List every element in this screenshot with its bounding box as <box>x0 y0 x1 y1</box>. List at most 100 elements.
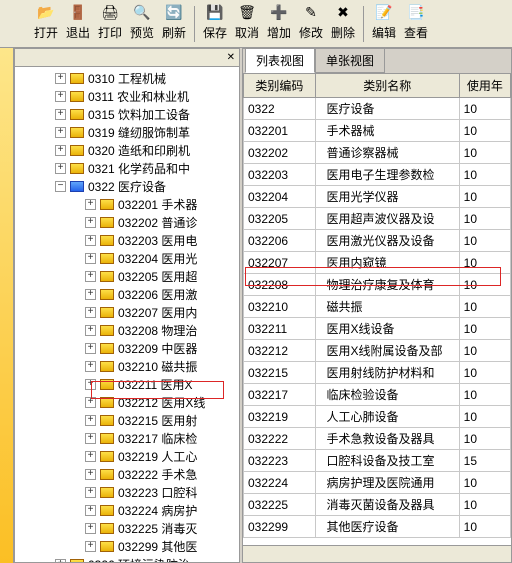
panel-close-bar[interactable]: ✕ <box>15 49 239 67</box>
expand-icon[interactable]: + <box>85 253 96 264</box>
toolbar-预览[interactable]: 🔍预览 <box>126 2 158 41</box>
tree-item-032203[interactable]: +032203 医用电 <box>15 231 239 249</box>
expand-icon[interactable]: + <box>85 199 96 210</box>
expand-icon[interactable]: + <box>85 397 96 408</box>
tree-item-032206[interactable]: +032206 医用激 <box>15 285 239 303</box>
expand-icon[interactable]: + <box>85 289 96 300</box>
table-row[interactable]: 032202 普通诊察器械10 <box>244 142 511 164</box>
toolbar-icon: ✖ <box>333 2 353 22</box>
expand-icon[interactable]: + <box>85 325 96 336</box>
expand-icon[interactable]: + <box>85 235 96 246</box>
col-header[interactable]: 类别名称 <box>315 74 459 98</box>
tree-item-032207[interactable]: +032207 医用内 <box>15 303 239 321</box>
expand-icon[interactable]: + <box>55 163 66 174</box>
table-row[interactable]: 032224 病房护理及医院通用10 <box>244 472 511 494</box>
tree-item-032223[interactable]: +032223 口腔科 <box>15 483 239 501</box>
tree-item-0310[interactable]: +0310 工程机械 <box>15 69 239 87</box>
expand-icon[interactable]: + <box>55 127 66 138</box>
tree-item-032209[interactable]: +032209 中医器 <box>15 339 239 357</box>
table-row[interactable]: 032204 医用光学仪器10 <box>244 186 511 208</box>
folder-icon <box>100 433 114 444</box>
table-row[interactable]: 032210 磁共振10 <box>244 296 511 318</box>
tree-item-032222[interactable]: +032222 手术急 <box>15 465 239 483</box>
expand-icon[interactable]: + <box>85 505 96 516</box>
table-row[interactable]: 032201 手术器械10 <box>244 120 511 142</box>
table-row[interactable]: 0322 医疗设备10 <box>244 98 511 120</box>
tree-item-032201[interactable]: +032201 手术器 <box>15 195 239 213</box>
expand-icon[interactable]: + <box>55 91 66 102</box>
tree-item-0315[interactable]: +0315 饮料加工设备 <box>15 105 239 123</box>
expand-icon[interactable]: + <box>85 379 96 390</box>
table-row[interactable]: 032225 消毒灭菌设备及器具10 <box>244 494 511 516</box>
col-header[interactable]: 使用年 <box>459 74 510 98</box>
tree-item-0322[interactable]: −0322 医疗设备 <box>15 177 239 195</box>
tree-item-0319[interactable]: +0319 缝纫服饰制革 <box>15 123 239 141</box>
tree-item-032205[interactable]: +032205 医用超 <box>15 267 239 285</box>
tree-item-032210[interactable]: +032210 磁共振 <box>15 357 239 375</box>
expand-icon[interactable]: + <box>85 487 96 498</box>
tree-item-0321[interactable]: +0321 化学药品和中 <box>15 159 239 177</box>
toolbar-编辑[interactable]: 📝编辑 <box>368 2 400 41</box>
table-row[interactable]: 032217 临床检验设备10 <box>244 384 511 406</box>
tree-label: 032205 医用超 <box>118 268 197 285</box>
expand-icon[interactable]: + <box>85 343 96 354</box>
table-row[interactable]: 032299 其他医疗设备10 <box>244 516 511 538</box>
table-row[interactable]: 032212 医用X线附属设备及部10 <box>244 340 511 362</box>
tree-item-032217[interactable]: +032217 临床检 <box>15 429 239 447</box>
table-row[interactable]: 032205 医用超声波仪器及设10 <box>244 208 511 230</box>
expand-icon[interactable]: + <box>85 307 96 318</box>
expand-icon[interactable]: + <box>85 415 96 426</box>
tree-item-032211[interactable]: +032211 医用X <box>15 375 239 393</box>
toolbar-保存[interactable]: 💾保存 <box>199 2 231 41</box>
toolbar-删除[interactable]: ✖删除 <box>327 2 359 41</box>
expand-icon[interactable]: − <box>55 181 66 192</box>
tab-list-view[interactable]: 列表视图 <box>245 48 315 73</box>
expand-icon[interactable]: + <box>85 217 96 228</box>
table-row[interactable]: 032211 医用X线设备10 <box>244 318 511 340</box>
toolbar-修改[interactable]: ✎修改 <box>295 2 327 41</box>
tree-item-0311[interactable]: +0311 农业和林业机 <box>15 87 239 105</box>
expand-icon[interactable]: + <box>85 469 96 480</box>
table-row[interactable]: 032203 医用电子生理参数检10 <box>244 164 511 186</box>
toolbar-增加[interactable]: ➕增加 <box>263 2 295 41</box>
tree-item-032219[interactable]: +032219 人工心 <box>15 447 239 465</box>
grid-wrap[interactable]: 类别编码类别名称使用年0322 医疗设备10032201 手术器械1003220… <box>243 73 511 545</box>
grid-hscroll[interactable] <box>243 545 511 562</box>
expand-icon[interactable]: + <box>85 433 96 444</box>
expand-icon[interactable]: + <box>55 559 66 563</box>
tree-item-032225[interactable]: +032225 消毒灭 <box>15 519 239 537</box>
expand-icon[interactable]: + <box>85 523 96 534</box>
tree-item-032202[interactable]: +032202 普通诊 <box>15 213 239 231</box>
expand-icon[interactable]: + <box>85 361 96 372</box>
tree-item-0320[interactable]: +0320 造纸和印刷机 <box>15 141 239 159</box>
tree-item-032212[interactable]: +032212 医用X线 <box>15 393 239 411</box>
table-row[interactable]: 032206 医用激光仪器及设备10 <box>244 230 511 252</box>
table-row[interactable]: 032207 医用内窥镜10 <box>244 252 511 274</box>
table-row[interactable]: 032215 医用射线防护材料和10 <box>244 362 511 384</box>
expand-icon[interactable]: + <box>85 271 96 282</box>
toolbar-查看[interactable]: 📑查看 <box>400 2 432 41</box>
table-row[interactable]: 032222 手术急救设备及器具10 <box>244 428 511 450</box>
tree-item-032224[interactable]: +032224 病房护 <box>15 501 239 519</box>
expand-icon[interactable]: + <box>85 451 96 462</box>
expand-icon[interactable]: + <box>55 73 66 84</box>
toolbar-刷新[interactable]: 🔄刷新 <box>158 2 190 41</box>
tab-single-view[interactable]: 单张视图 <box>315 48 385 73</box>
tree-item-0326[interactable]: +0326 环境污染防治 <box>15 555 239 562</box>
tree-item-032208[interactable]: +032208 物理治 <box>15 321 239 339</box>
tree-item-032204[interactable]: +032204 医用光 <box>15 249 239 267</box>
toolbar-打印[interactable]: 🖨打印 <box>94 2 126 41</box>
table-row[interactable]: 032223 口腔科设备及技工室15 <box>244 450 511 472</box>
expand-icon[interactable]: + <box>85 541 96 552</box>
toolbar-打开[interactable]: 📂打开 <box>30 2 62 41</box>
table-row[interactable]: 032219 人工心肺设备10 <box>244 406 511 428</box>
toolbar-退出[interactable]: 🚪退出 <box>62 2 94 41</box>
tree-item-032299[interactable]: +032299 其他医 <box>15 537 239 555</box>
tree-item-032215[interactable]: +032215 医用射 <box>15 411 239 429</box>
toolbar-取消[interactable]: 🗑取消 <box>231 2 263 41</box>
table-row[interactable]: 032208 物理治疗康复及体育10 <box>244 274 511 296</box>
tree-body[interactable]: +0310 工程机械+0311 农业和林业机+0315 饮料加工设备+0319 … <box>15 67 239 562</box>
col-header[interactable]: 类别编码 <box>244 74 316 98</box>
expand-icon[interactable]: + <box>55 109 66 120</box>
expand-icon[interactable]: + <box>55 145 66 156</box>
